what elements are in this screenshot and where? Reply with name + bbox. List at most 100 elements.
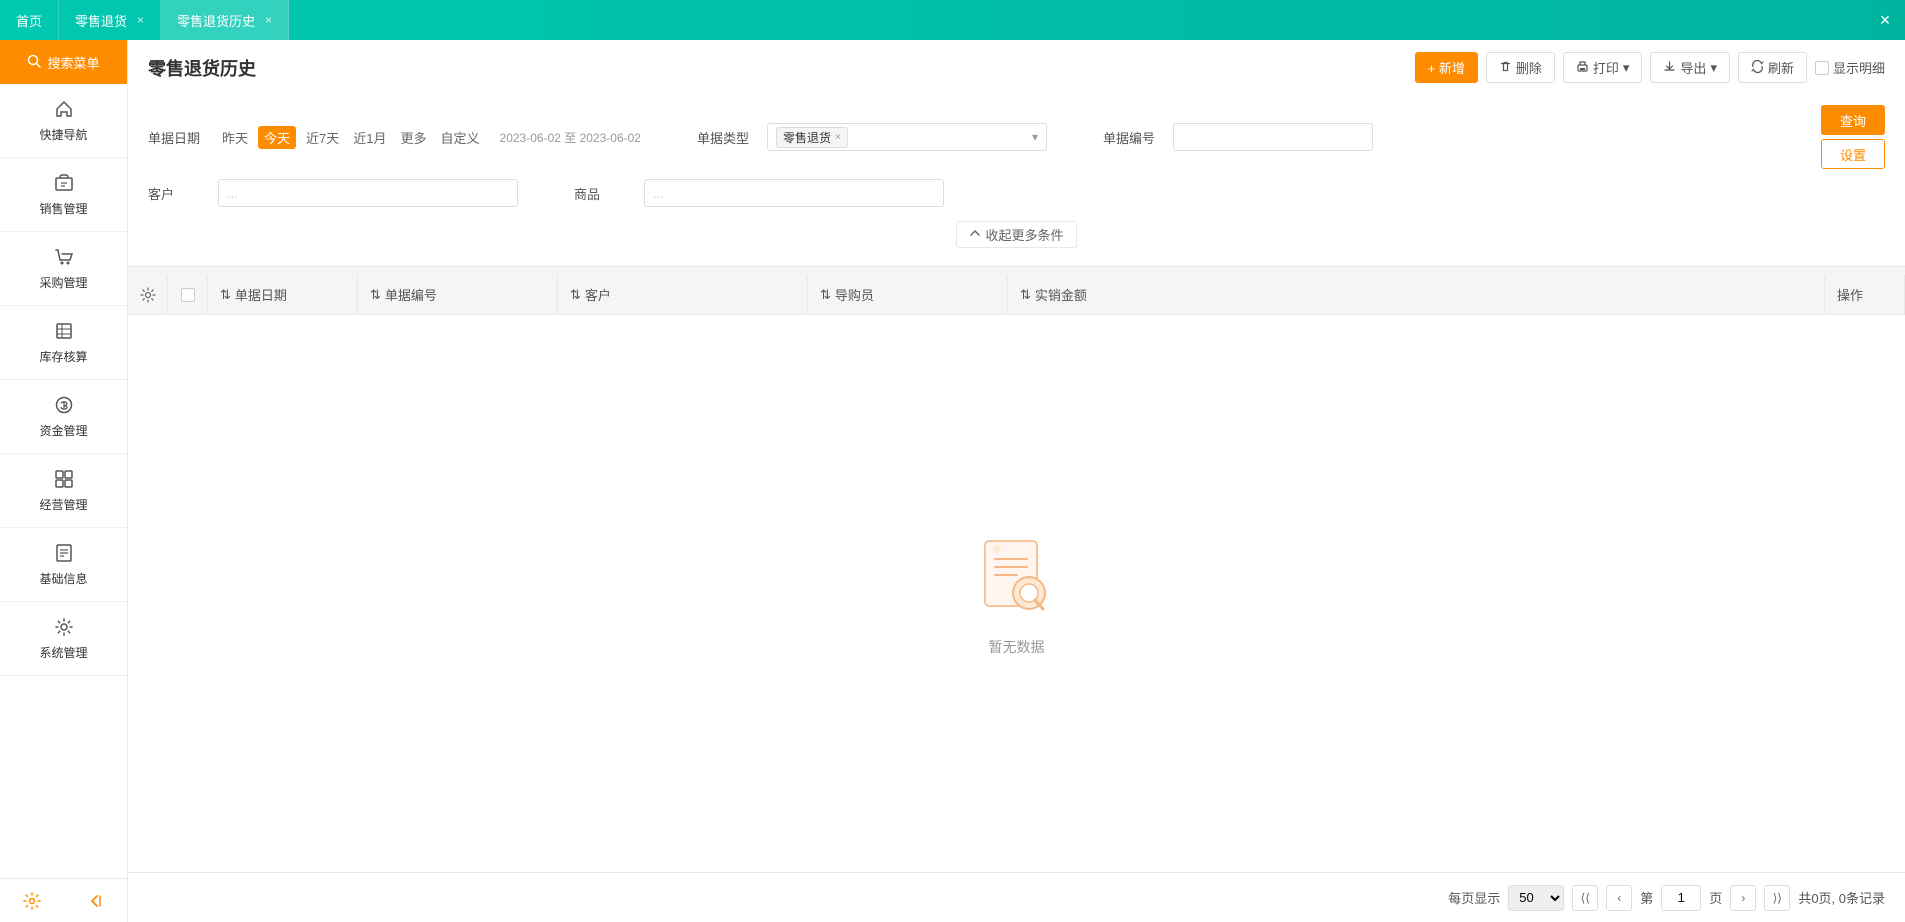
sidebar-items: 快捷导航 销售管理 — [0, 84, 127, 878]
sidebar-item-purchase-label: 采购管理 — [39, 274, 87, 291]
print-label: 打印 — [1593, 58, 1619, 77]
top-bar: 首页 零售退货 × 零售退货历史 × × — [0, 0, 1905, 40]
print-icon — [1576, 60, 1589, 76]
th-date: ⇅ 单据日期 — [208, 275, 358, 315]
sidebar-item-system-label: 系统管理 — [39, 644, 87, 661]
refresh-button[interactable]: 刷新 — [1738, 52, 1807, 83]
search-menu-button[interactable]: 搜索菜单 — [0, 40, 127, 84]
bill-no-input[interactable] — [1173, 123, 1373, 151]
refresh-label: 刷新 — [1768, 58, 1794, 77]
sidebar-item-quick-nav[interactable]: 快捷导航 — [0, 84, 127, 158]
export-icon — [1663, 60, 1676, 76]
bill-type-select[interactable]: 零售退货 × ▾ — [767, 123, 1047, 151]
print-button[interactable]: 打印 ▾ — [1563, 52, 1643, 83]
tab-retail-return-close[interactable]: × — [137, 13, 144, 27]
sidebar-collapse-button[interactable] — [64, 879, 128, 922]
customer-select[interactable]: ... — [218, 179, 518, 207]
show-detail-label[interactable]: 显示明细 — [1815, 58, 1885, 77]
sidebar-settings-button[interactable] — [0, 879, 64, 922]
delete-button[interactable]: 删除 — [1486, 52, 1555, 83]
sidebar-item-purchase-mgmt[interactable]: 采购管理 — [0, 232, 127, 306]
date-7days[interactable]: 近7天 — [302, 126, 343, 149]
sidebar-item-sales-mgmt[interactable]: 销售管理 — [0, 158, 127, 232]
date-yesterday[interactable]: 昨天 — [218, 126, 252, 149]
search-icon — [27, 54, 41, 71]
tab-bar: 首页 零售退货 × 零售退货历史 × — [0, 0, 1865, 40]
date-custom[interactable]: 自定义 — [437, 126, 484, 149]
th-guide: ⇅ 导购员 — [808, 275, 1008, 315]
print-dropdown-icon: ▾ — [1623, 60, 1630, 76]
new-button[interactable]: + 新增 — [1415, 52, 1478, 83]
sort-date-icon[interactable]: ⇅ — [220, 287, 231, 303]
toolbar: + 新增 删除 — [1415, 52, 1885, 83]
sort-no-icon[interactable]: ⇅ — [370, 287, 381, 303]
export-dropdown-icon: ▾ — [1710, 60, 1717, 76]
goods-placeholder: ... — [653, 186, 664, 201]
sidebar-item-operation-mgmt[interactable]: 经营管理 — [0, 454, 127, 528]
window-close-button[interactable]: × — [1865, 0, 1905, 40]
export-button[interactable]: 导出 ▾ — [1650, 52, 1730, 83]
pagination: 每页显示 10 20 50 100 ⟨⟨ ‹ 第 页 › ⟩⟩ 共0页, 0条记… — [128, 872, 1905, 922]
page-first-button[interactable]: ⟨⟨ — [1572, 885, 1598, 911]
sidebar-item-finance-mgmt[interactable]: 资金管理 — [0, 380, 127, 454]
date-filter-label: 单据日期 — [148, 128, 208, 147]
date-today[interactable]: 今天 — [258, 126, 296, 149]
per-page-label: 每页显示 — [1448, 888, 1500, 907]
sidebar-item-basic-label: 基础信息 — [39, 570, 87, 587]
th-action: 操作 — [1825, 275, 1905, 315]
date-1month[interactable]: 近1月 — [349, 126, 390, 149]
page-last-button[interactable]: ⟩⟩ — [1764, 885, 1790, 911]
query-button[interactable]: 查询 — [1821, 105, 1885, 135]
th-customer-label: 客户 — [585, 285, 611, 304]
th-guide-label: 导购员 — [835, 285, 874, 304]
th-amount: ⇅ 实销金额 — [1008, 275, 1825, 315]
filter-settings-button[interactable]: 设置 — [1821, 139, 1885, 169]
basic-icon — [53, 542, 75, 564]
table-header: ⇅ 单据日期 ⇅ 单据编号 ⇅ 客户 ⇅ 导购员 ⇅ 实销金额 — [128, 275, 1905, 315]
empty-state: 暂无数据 — [128, 315, 1905, 872]
table-settings-button[interactable] — [128, 275, 168, 315]
tab-home[interactable]: 首页 — [0, 0, 59, 40]
table-container: ⇅ 单据日期 ⇅ 单据编号 ⇅ 客户 ⇅ 导购员 ⇅ 实销金额 — [128, 275, 1905, 922]
sidebar-item-system-mgmt[interactable]: 系统管理 — [0, 602, 127, 676]
tab-retail-return-history-label: 零售退货历史 — [177, 11, 255, 30]
th-no: ⇅ 单据编号 — [358, 275, 558, 315]
page-header: 零售退货历史 + 新增 删除 — [128, 40, 1905, 267]
select-all-checkbox[interactable] — [181, 288, 195, 302]
table-select-all-checkbox[interactable] — [168, 275, 208, 315]
tab-home-label: 首页 — [16, 11, 42, 30]
collapse-button[interactable]: 收起更多条件 — [956, 221, 1076, 248]
date-more[interactable]: 更多 — [397, 126, 431, 149]
page-unit: 页 — [1709, 888, 1722, 907]
sidebar-item-basic-info[interactable]: 基础信息 — [0, 528, 127, 602]
empty-image — [967, 531, 1067, 621]
sidebar-item-inventory-calc[interactable]: 库存核算 — [0, 306, 127, 380]
filter-area: 单据日期 昨天 今天 近7天 近1月 更多 自定义 2023-06-02 至 2… — [148, 95, 1885, 266]
collapse-up-icon — [969, 227, 981, 242]
tab-retail-return-label: 零售退货 — [75, 11, 127, 30]
sales-icon — [53, 172, 75, 194]
page-prev-button[interactable]: ‹ — [1606, 885, 1632, 911]
system-icon — [53, 616, 75, 638]
sort-guide-icon[interactable]: ⇅ — [820, 287, 831, 303]
filter-row-2: 客户 ... 商品 ... — [148, 179, 1885, 207]
tab-retail-return[interactable]: 零售退货 × — [59, 0, 161, 40]
th-amount-label: 实销金额 — [1035, 285, 1087, 304]
page-number-input[interactable] — [1661, 885, 1701, 911]
delete-label: 删除 — [1516, 58, 1542, 77]
goods-select[interactable]: ... — [644, 179, 944, 207]
sort-amount-icon[interactable]: ⇅ — [1020, 287, 1031, 303]
per-page-select[interactable]: 10 20 50 100 — [1508, 885, 1564, 911]
page-next-button[interactable]: › — [1730, 885, 1756, 911]
show-detail-checkbox[interactable] — [1815, 61, 1829, 75]
bill-type-tag-close[interactable]: × — [835, 132, 841, 143]
collapse-bar: 收起更多条件 — [148, 217, 1885, 256]
goods-filter-label: 商品 — [574, 184, 634, 203]
tab-retail-return-history[interactable]: 零售退货历史 × — [161, 0, 289, 40]
content-area: 零售退货历史 + 新增 删除 — [128, 40, 1905, 922]
customer-filter-label: 客户 — [148, 184, 208, 203]
finance-icon — [53, 394, 75, 416]
tab-retail-return-history-close[interactable]: × — [265, 13, 272, 27]
refresh-icon — [1751, 60, 1764, 76]
sort-customer-icon[interactable]: ⇅ — [570, 287, 581, 303]
